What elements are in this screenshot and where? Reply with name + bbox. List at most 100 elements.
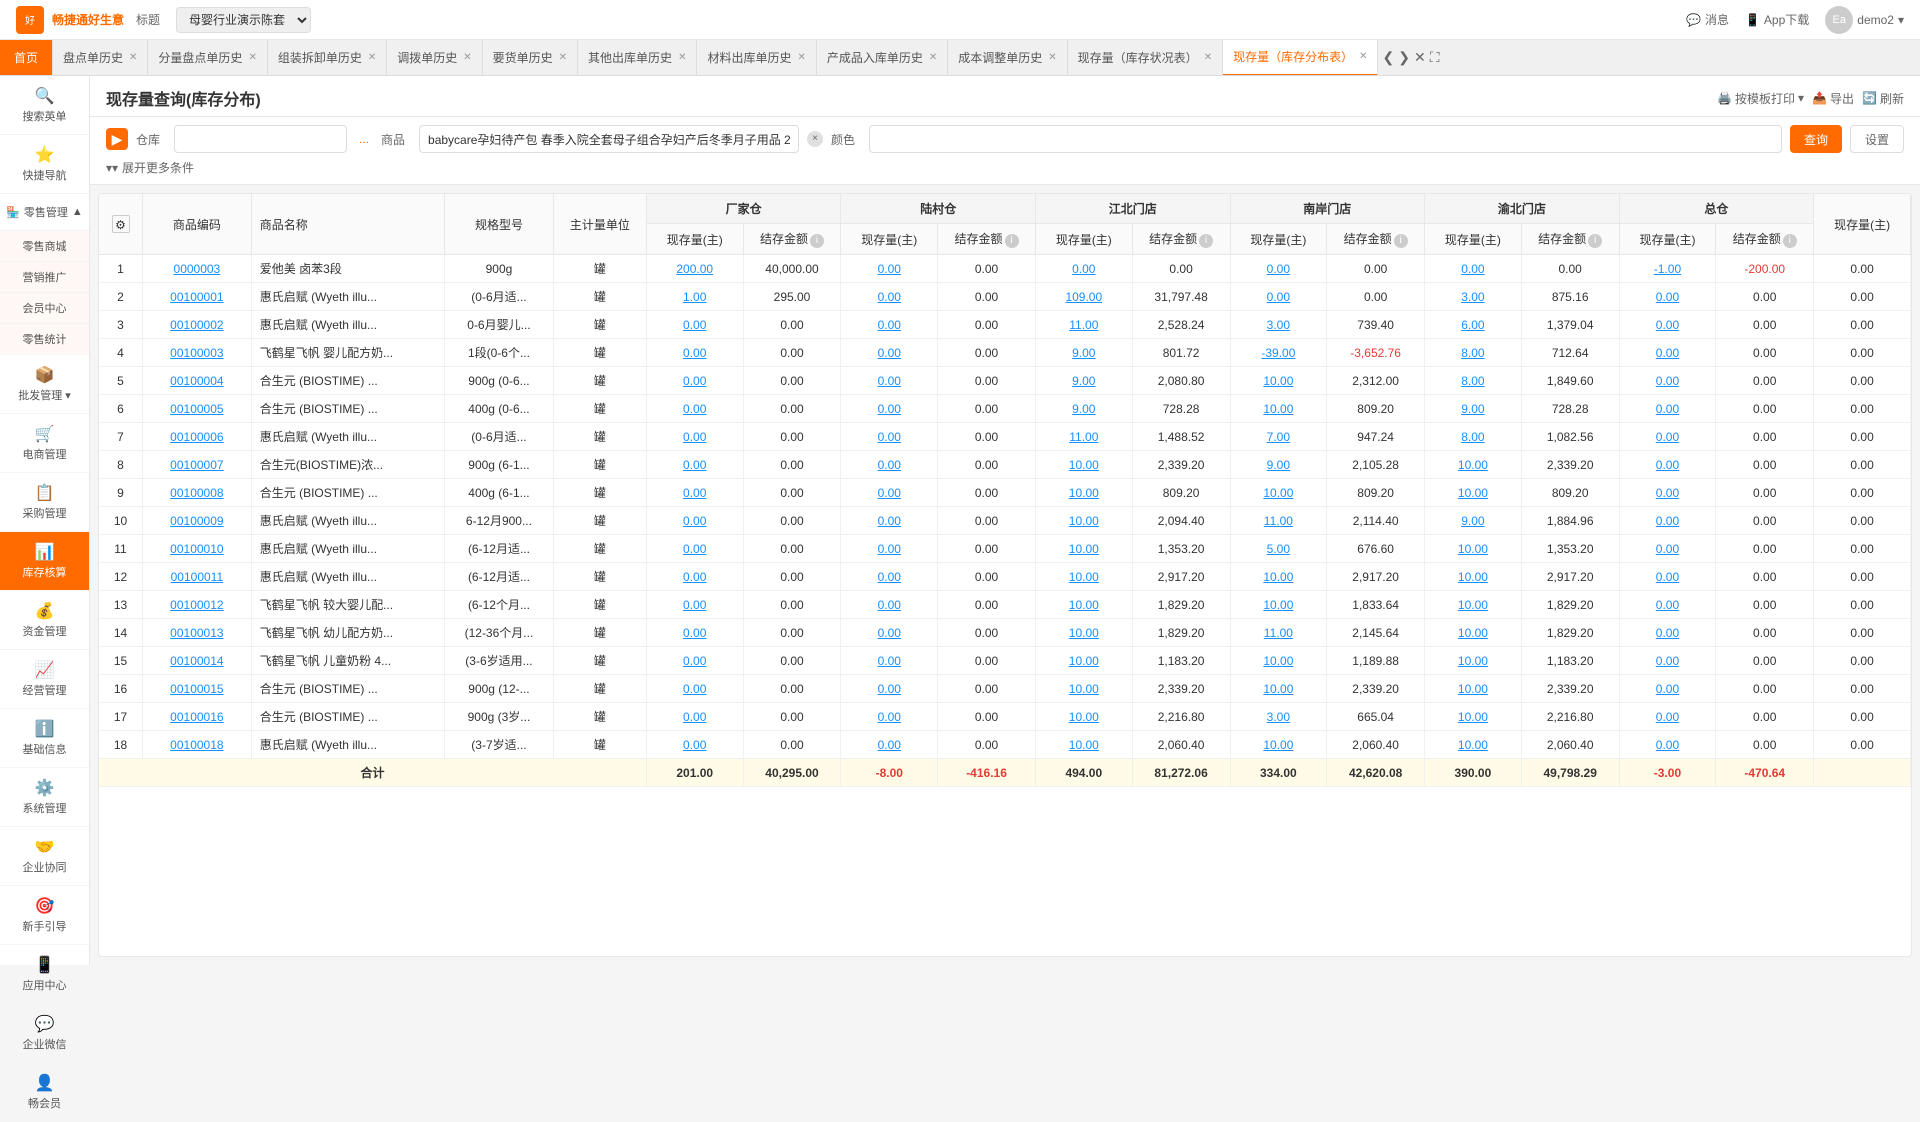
cell-na-qty[interactable]: 10.00 <box>1230 395 1327 423</box>
cell-code[interactable]: 00100014 <box>143 647 252 675</box>
cell-na-qty[interactable]: 3.00 <box>1230 703 1327 731</box>
cell-na-qty[interactable]: 10.00 <box>1230 479 1327 507</box>
sidebar-item-appstore[interactable]: 📱 应用中心 <box>0 945 89 1004</box>
product-input[interactable] <box>419 125 799 153</box>
warehouse-input[interactable] <box>174 125 347 153</box>
cell-code[interactable]: 00100001 <box>143 283 252 311</box>
cell-cc-qty[interactable]: 0.00 <box>646 395 743 423</box>
sidebar-item-nav[interactable]: ⭐ 快捷导航 <box>0 135 89 194</box>
cell-cc-qty[interactable]: 0.00 <box>646 535 743 563</box>
sidebar-item-search[interactable]: 🔍 搜索英单 <box>0 76 89 135</box>
filter-expand-btn[interactable]: ▶ <box>106 128 128 150</box>
sidebar-item-collab[interactable]: 🤝 企业协同 <box>0 827 89 886</box>
cell-total-qty[interactable]: 0.00 <box>1619 563 1716 591</box>
cell-yb-qty[interactable]: 10.00 <box>1425 479 1522 507</box>
cell-cc-qty[interactable]: 0.00 <box>646 507 743 535</box>
cell-total-qty[interactable]: 0.00 <box>1619 451 1716 479</box>
jb-amt-info-icon[interactable]: i <box>1199 234 1213 248</box>
sidebar-item-finance[interactable]: 💰 资金管理 <box>0 591 89 650</box>
cell-jb-qty[interactable]: 11.00 <box>1035 423 1132 451</box>
cell-total-qty[interactable]: -1.00 <box>1619 255 1716 283</box>
tab-close-icon[interactable]: ✕ <box>678 52 686 63</box>
cell-code[interactable]: 00100013 <box>143 619 252 647</box>
cell-jb-qty[interactable]: 10.00 <box>1035 619 1132 647</box>
yb-amt-info-icon[interactable]: i <box>1588 234 1602 248</box>
cell-yb-qty[interactable]: 10.00 <box>1425 731 1522 759</box>
cell-jb-qty[interactable]: 10.00 <box>1035 675 1132 703</box>
tab-close-icon[interactable]: ✕ <box>463 52 471 63</box>
cell-code[interactable]: 00100012 <box>143 591 252 619</box>
tab-close-icon[interactable]: ✕ <box>559 52 567 63</box>
product-clear-icon[interactable]: × <box>807 131 823 147</box>
cell-yb-qty[interactable]: 10.00 <box>1425 619 1522 647</box>
cell-total-qty[interactable]: 0.00 <box>1619 479 1716 507</box>
sidebar-item-ops[interactable]: 📈 经营管理 <box>0 650 89 709</box>
user-area[interactable]: Ea demo2 ▾ <box>1825 6 1904 34</box>
tab-other-out[interactable]: 其他出库单历史 ✕ <box>578 40 697 76</box>
cell-jb-qty[interactable]: 10.00 <box>1035 451 1132 479</box>
cell-lc-qty[interactable]: 0.00 <box>841 563 938 591</box>
cell-yb-qty[interactable]: 10.00 <box>1425 647 1522 675</box>
cell-total-qty[interactable]: 0.00 <box>1619 395 1716 423</box>
tab-close-icon[interactable]: ✕ <box>1359 51 1367 62</box>
tab-cost-adjust[interactable]: 成本调整单历史 ✕ <box>948 40 1067 76</box>
warehouse-dots[interactable]: ... <box>355 132 373 146</box>
tab-stock-status[interactable]: 现存量（库存状况表） ✕ <box>1068 40 1223 76</box>
cell-na-qty[interactable]: 10.00 <box>1230 563 1327 591</box>
cell-total-qty[interactable]: 0.00 <box>1619 311 1716 339</box>
cell-jb-qty[interactable]: 10.00 <box>1035 479 1132 507</box>
tab-material-out[interactable]: 材料出库单历史 ✕ <box>697 40 816 76</box>
sidebar-item-retail[interactable]: 🏪 零售管理 ▲ <box>0 194 89 231</box>
cell-lc-qty[interactable]: 0.00 <box>841 703 938 731</box>
cell-na-qty[interactable]: 10.00 <box>1230 675 1327 703</box>
tab-inventory-check[interactable]: 盘点单历史 ✕ <box>53 40 148 76</box>
cell-cc-qty[interactable]: 0.00 <box>646 479 743 507</box>
cell-jb-qty[interactable]: 0.00 <box>1035 255 1132 283</box>
cell-code[interactable]: 00100004 <box>143 367 252 395</box>
cell-total-qty[interactable]: 0.00 <box>1619 283 1716 311</box>
cell-jb-qty[interactable]: 9.00 <box>1035 367 1132 395</box>
cell-yb-qty[interactable]: 8.00 <box>1425 339 1522 367</box>
cell-code[interactable]: 00100018 <box>143 731 252 759</box>
cell-na-qty[interactable]: 10.00 <box>1230 367 1327 395</box>
cell-code[interactable]: 00100008 <box>143 479 252 507</box>
sidebar-item-shop[interactable]: 零售商城 <box>0 231 89 262</box>
sidebar-item-wholesale[interactable]: 📦 批发管理 ▾ <box>0 355 89 414</box>
cell-code[interactable]: 00100002 <box>143 311 252 339</box>
cell-total-qty[interactable]: 0.00 <box>1619 339 1716 367</box>
tab-close-all-btn[interactable]: ✕ <box>1414 49 1426 66</box>
industry-dropdown[interactable]: 母婴行业演示陈套 <box>176 7 311 33</box>
sidebar-item-member[interactable]: 会员中心 <box>0 293 89 324</box>
cell-cc-qty[interactable]: 0.00 <box>646 367 743 395</box>
cell-jb-qty[interactable]: 11.00 <box>1035 311 1132 339</box>
cell-lc-qty[interactable]: 0.00 <box>841 283 938 311</box>
cell-total-qty[interactable]: 0.00 <box>1619 591 1716 619</box>
cell-lc-qty[interactable]: 0.00 <box>841 395 938 423</box>
cell-total-qty[interactable]: 0.00 <box>1619 703 1716 731</box>
sidebar-item-retail-stats[interactable]: 零售统计 <box>0 324 89 355</box>
cell-na-qty[interactable]: 7.00 <box>1230 423 1327 451</box>
sidebar-item-basic[interactable]: ℹ️ 基础信息 <box>0 709 89 768</box>
cell-yb-qty[interactable]: 10.00 <box>1425 675 1522 703</box>
tab-assembly[interactable]: 组装拆卸单历史 ✕ <box>268 40 387 76</box>
cell-jb-qty[interactable]: 10.00 <box>1035 591 1132 619</box>
search-btn[interactable]: 查询 <box>1790 125 1842 153</box>
cell-lc-qty[interactable]: 0.00 <box>841 535 938 563</box>
cell-total-qty[interactable]: 0.00 <box>1619 367 1716 395</box>
cell-cc-qty[interactable]: 0.00 <box>646 339 743 367</box>
tab-close-icon[interactable]: ✕ <box>797 52 805 63</box>
app-download-btn[interactable]: 📱 App下载 <box>1745 11 1809 28</box>
cell-yb-qty[interactable]: 6.00 <box>1425 311 1522 339</box>
tab-expand-btn[interactable]: ⛶ <box>1430 49 1440 66</box>
cell-code[interactable]: 00100011 <box>143 563 252 591</box>
cell-na-qty[interactable]: 0.00 <box>1230 255 1327 283</box>
cell-lc-qty[interactable]: 0.00 <box>841 423 938 451</box>
cell-jb-qty[interactable]: 10.00 <box>1035 507 1132 535</box>
refresh-btn[interactable]: 🔄 刷新 <box>1862 90 1904 107</box>
cell-cc-qty[interactable]: 0.00 <box>646 703 743 731</box>
cell-lc-qty[interactable]: 0.00 <box>841 675 938 703</box>
tab-close-icon[interactable]: ✕ <box>368 52 376 63</box>
tab-home[interactable]: 首页 <box>0 40 53 76</box>
cell-yb-qty[interactable]: 3.00 <box>1425 283 1522 311</box>
table-settings-icon[interactable]: ⚙ <box>112 215 130 233</box>
